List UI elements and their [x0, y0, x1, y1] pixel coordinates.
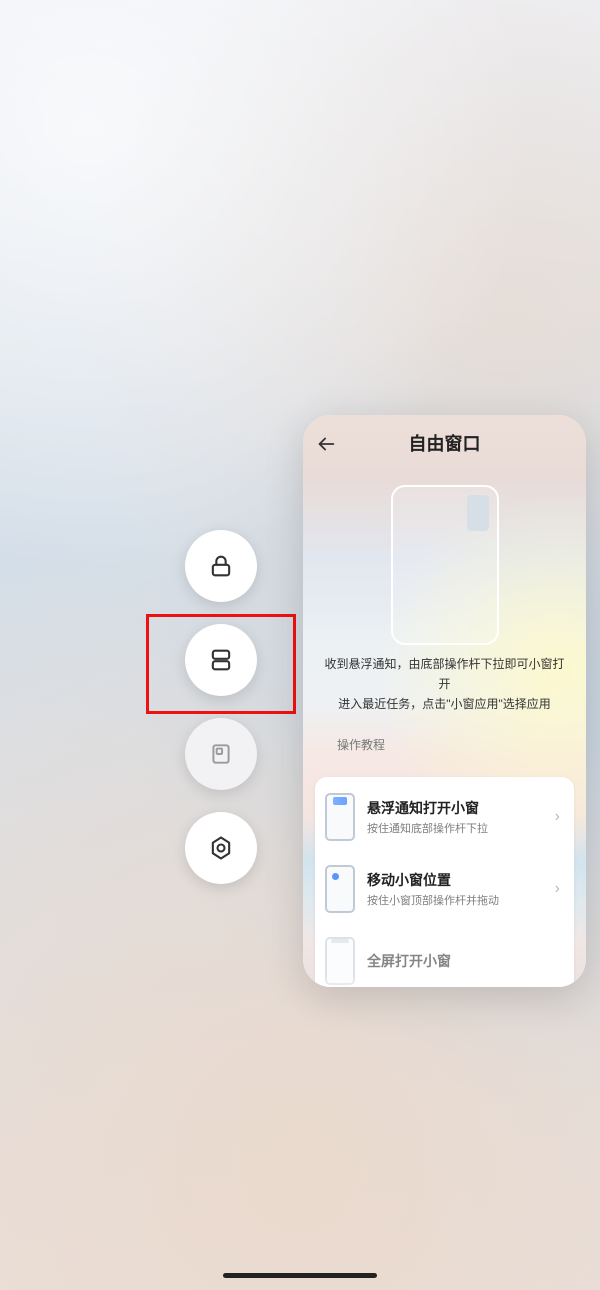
tutorial-item-2[interactable]: 移动小窗位置 按住小窗顶部操作杆并拖动 ›: [315, 853, 574, 925]
window-icon: [208, 741, 234, 767]
recent-app-card[interactable]: 自由窗口 收到悬浮通知，由底部操作杆下拉即可小窗打开 进入最近任务，点击"小窗应…: [303, 415, 586, 987]
tutorial-section: 悬浮通知打开小窗 按住通知底部操作杆下拉 › 移动小窗位置 按住小窗顶部操作杆并…: [315, 777, 574, 987]
split-screen-button[interactable]: [185, 624, 257, 696]
floating-window-button[interactable]: [185, 718, 257, 790]
settings-button[interactable]: [185, 812, 257, 884]
settings-icon: [207, 834, 235, 862]
split-icon: [207, 646, 235, 674]
section-title: 操作教程: [321, 736, 586, 759]
tutorial-subtitle-1: 按住通知底部操作杆下拉: [367, 820, 551, 836]
chevron-right-icon: ›: [551, 808, 564, 826]
intro-text: 收到悬浮通知，由底部操作杆下拉即可小窗打开 进入最近任务，点击"小窗应用"选择应…: [303, 645, 586, 714]
hero-illustration-wrap: [303, 473, 586, 645]
tutorial-title-3: 全屏打开小窗: [367, 951, 564, 971]
tutorial-thumb-2: [325, 865, 355, 913]
tutorial-title-2: 移动小窗位置: [367, 870, 551, 890]
intro-line-2: 进入最近任务，点击"小窗应用"选择应用: [321, 695, 568, 715]
lock-icon: [207, 552, 235, 580]
card-title: 自由窗口: [303, 415, 586, 473]
home-indicator[interactable]: [223, 1273, 377, 1278]
lock-button[interactable]: [185, 530, 257, 602]
back-icon: [315, 433, 337, 455]
tutorial-thumb-3: [325, 937, 355, 985]
tutorial-subtitle-2: 按住小窗顶部操作杆并拖动: [367, 892, 551, 908]
tutorial-item-1[interactable]: 悬浮通知打开小窗 按住通知底部操作杆下拉 ›: [315, 781, 574, 853]
task-action-column: [146, 530, 296, 906]
tutorial-item-3[interactable]: 全屏打开小窗: [315, 925, 574, 987]
tutorial-title-1: 悬浮通知打开小窗: [367, 798, 551, 818]
intro-line-1: 收到悬浮通知，由底部操作杆下拉即可小窗打开: [321, 655, 568, 695]
tutorial-thumb-1: [325, 793, 355, 841]
chevron-right-icon: ›: [551, 880, 564, 898]
back-button[interactable]: [315, 433, 337, 460]
hero-illustration: [391, 485, 499, 645]
card-header: 自由窗口: [303, 415, 586, 473]
